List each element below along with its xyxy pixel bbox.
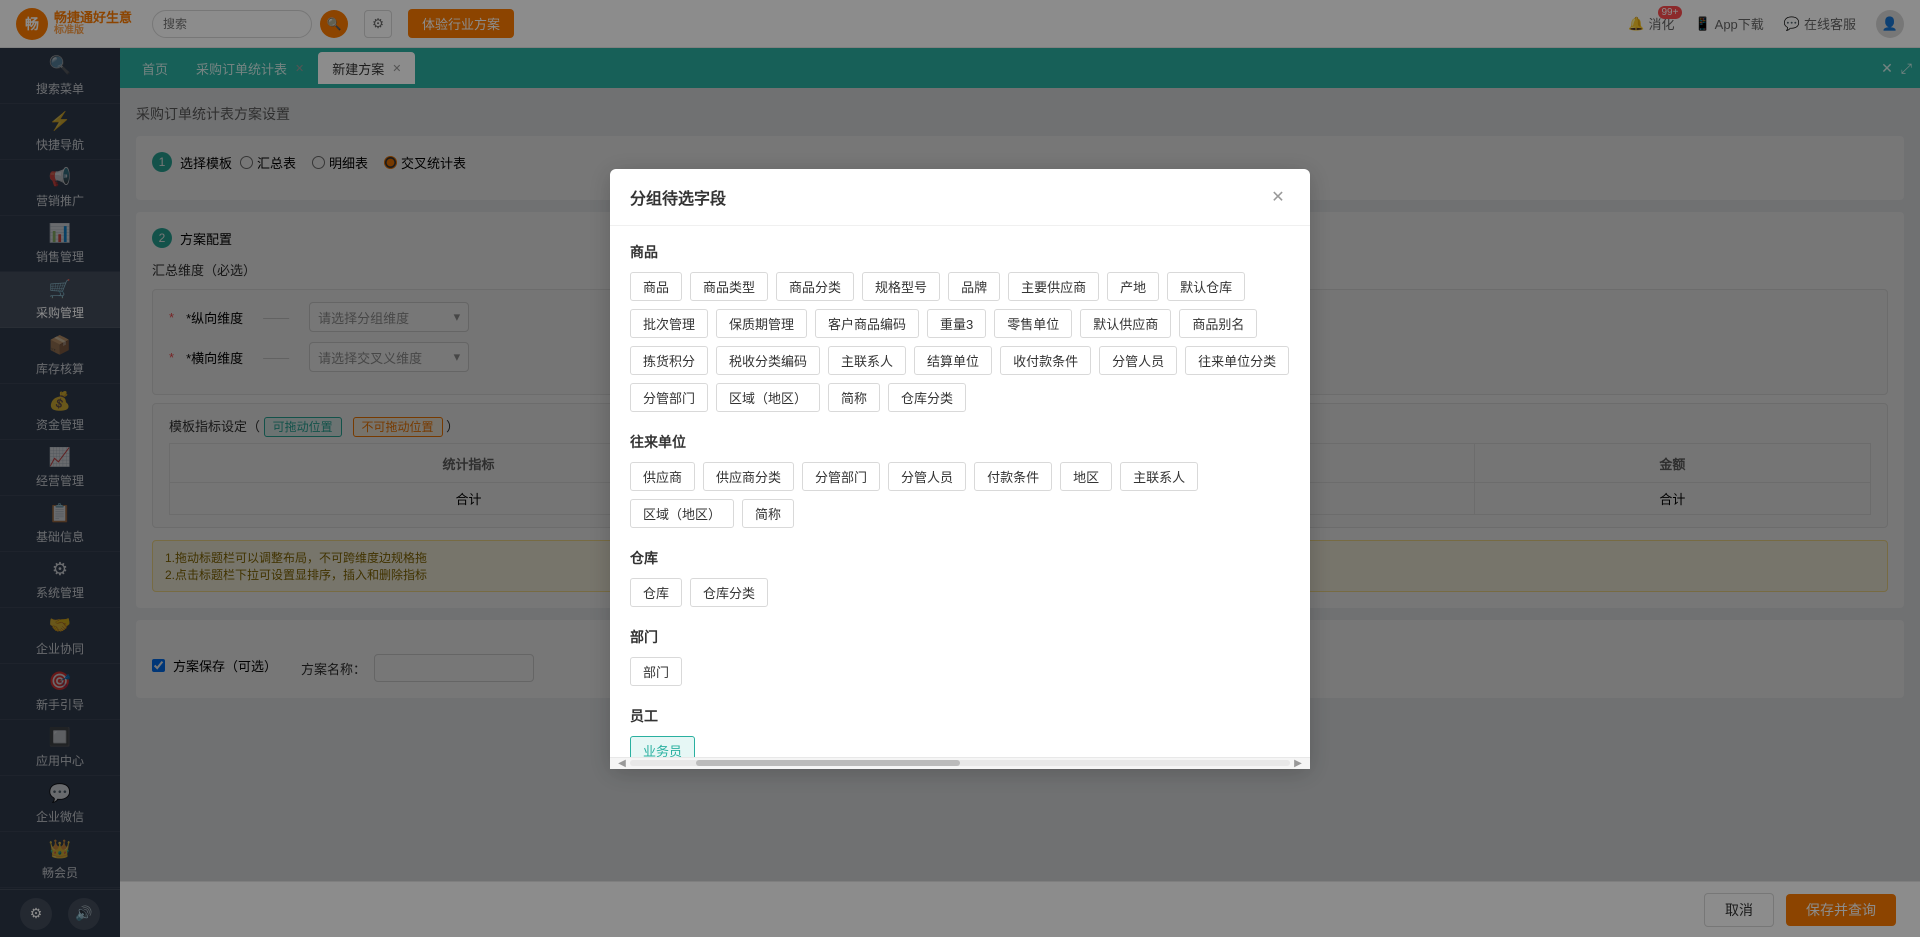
field-tag[interactable]: 仓库 [630, 578, 682, 607]
scroll-thumb[interactable] [696, 760, 960, 766]
department-section-title: 部门 [630, 627, 1290, 647]
employee-field-tags: 业务员 [630, 736, 1290, 757]
field-tag[interactable]: 部门 [630, 657, 682, 686]
modal-body: 商品 商品 商品类型 商品分类 规格型号 品牌 主要供应商 产地 默认仓库 批次… [610, 226, 1310, 757]
scroll-right-btn[interactable]: ▶ [1290, 758, 1306, 769]
scroll-left-btn[interactable]: ◀ [614, 758, 630, 769]
warehouse-section-title: 仓库 [630, 548, 1290, 568]
field-tag[interactable]: 分管人员 [1099, 346, 1177, 375]
field-tag[interactable]: 区域（地区） [716, 383, 820, 412]
modal-header: 分组待选字段 ✕ [610, 169, 1310, 226]
scroll-track [630, 760, 1290, 766]
field-tag[interactable]: 主要供应商 [1008, 272, 1099, 301]
field-tag[interactable]: 供应商 [630, 462, 695, 491]
field-tag[interactable]: 仓库分类 [888, 383, 966, 412]
field-tag[interactable]: 简称 [742, 499, 794, 528]
field-tag[interactable]: 默认供应商 [1080, 309, 1171, 338]
field-tag[interactable]: 品牌 [948, 272, 1000, 301]
field-tag[interactable]: 商品别名 [1179, 309, 1257, 338]
field-tag[interactable]: 商品分类 [776, 272, 854, 301]
close-icon: ✕ [1271, 187, 1284, 207]
field-tag[interactable]: 主联系人 [1120, 462, 1198, 491]
field-tag[interactable]: 收付款条件 [1000, 346, 1091, 375]
partner-field-tags: 供应商 供应商分类 分管部门 分管人员 付款条件 地区 主联系人 区域（地区） … [630, 462, 1290, 528]
field-tag[interactable]: 分管人员 [888, 462, 966, 491]
field-tag[interactable]: 拣货积分 [630, 346, 708, 375]
field-tag[interactable]: 分管部门 [630, 383, 708, 412]
product-field-tags: 商品 商品类型 商品分类 规格型号 品牌 主要供应商 产地 默认仓库 批次管理 … [630, 272, 1290, 412]
field-section-employee: 员工 业务员 [630, 706, 1290, 757]
field-section-product: 商品 商品 商品类型 商品分类 规格型号 品牌 主要供应商 产地 默认仓库 批次… [630, 242, 1290, 412]
field-tag[interactable]: 产地 [1107, 272, 1159, 301]
field-section-partner: 往来单位 供应商 供应商分类 分管部门 分管人员 付款条件 地区 主联系人 区域… [630, 432, 1290, 528]
modal-horizontal-scrollbar[interactable]: ◀ ▶ [610, 757, 1310, 769]
field-tag[interactable]: 默认仓库 [1167, 272, 1245, 301]
modal-close-button[interactable]: ✕ [1266, 185, 1290, 209]
field-tag[interactable]: 税收分类编码 [716, 346, 820, 375]
field-section-warehouse: 仓库 仓库 仓库分类 [630, 548, 1290, 607]
field-tag[interactable]: 仓库分类 [690, 578, 768, 607]
field-tag[interactable]: 商品 [630, 272, 682, 301]
modal-overlay[interactable]: 分组待选字段 ✕ 商品 商品 商品类型 商品分类 规格型号 品牌 主要供应商 产… [0, 0, 1920, 937]
field-tag[interactable]: 地区 [1060, 462, 1112, 491]
field-tag[interactable]: 客户商品编码 [815, 309, 919, 338]
product-section-title: 商品 [630, 242, 1290, 262]
field-tag[interactable]: 规格型号 [862, 272, 940, 301]
field-tag-employee[interactable]: 业务员 [630, 736, 695, 757]
field-tag[interactable]: 重量3 [927, 309, 986, 338]
field-tag[interactable]: 保质期管理 [716, 309, 807, 338]
modal-dialog: 分组待选字段 ✕ 商品 商品 商品类型 商品分类 规格型号 品牌 主要供应商 产… [610, 169, 1310, 769]
partner-section-title: 往来单位 [630, 432, 1290, 452]
field-section-department: 部门 部门 [630, 627, 1290, 686]
field-tag[interactable]: 主联系人 [828, 346, 906, 375]
field-tag[interactable]: 分管部门 [802, 462, 880, 491]
field-tag[interactable]: 区域（地区） [630, 499, 734, 528]
field-tag[interactable]: 简称 [828, 383, 880, 412]
department-field-tags: 部门 [630, 657, 1290, 686]
modal-title: 分组待选字段 [630, 185, 726, 209]
field-tag[interactable]: 批次管理 [630, 309, 708, 338]
field-tag[interactable]: 付款条件 [974, 462, 1052, 491]
warehouse-field-tags: 仓库 仓库分类 [630, 578, 1290, 607]
field-tag[interactable]: 往来单位分类 [1185, 346, 1289, 375]
field-tag[interactable]: 结算单位 [914, 346, 992, 375]
field-tag[interactable]: 供应商分类 [703, 462, 794, 491]
field-tag[interactable]: 商品类型 [690, 272, 768, 301]
field-tag[interactable]: 零售单位 [994, 309, 1072, 338]
employee-section-title: 员工 [630, 706, 1290, 726]
